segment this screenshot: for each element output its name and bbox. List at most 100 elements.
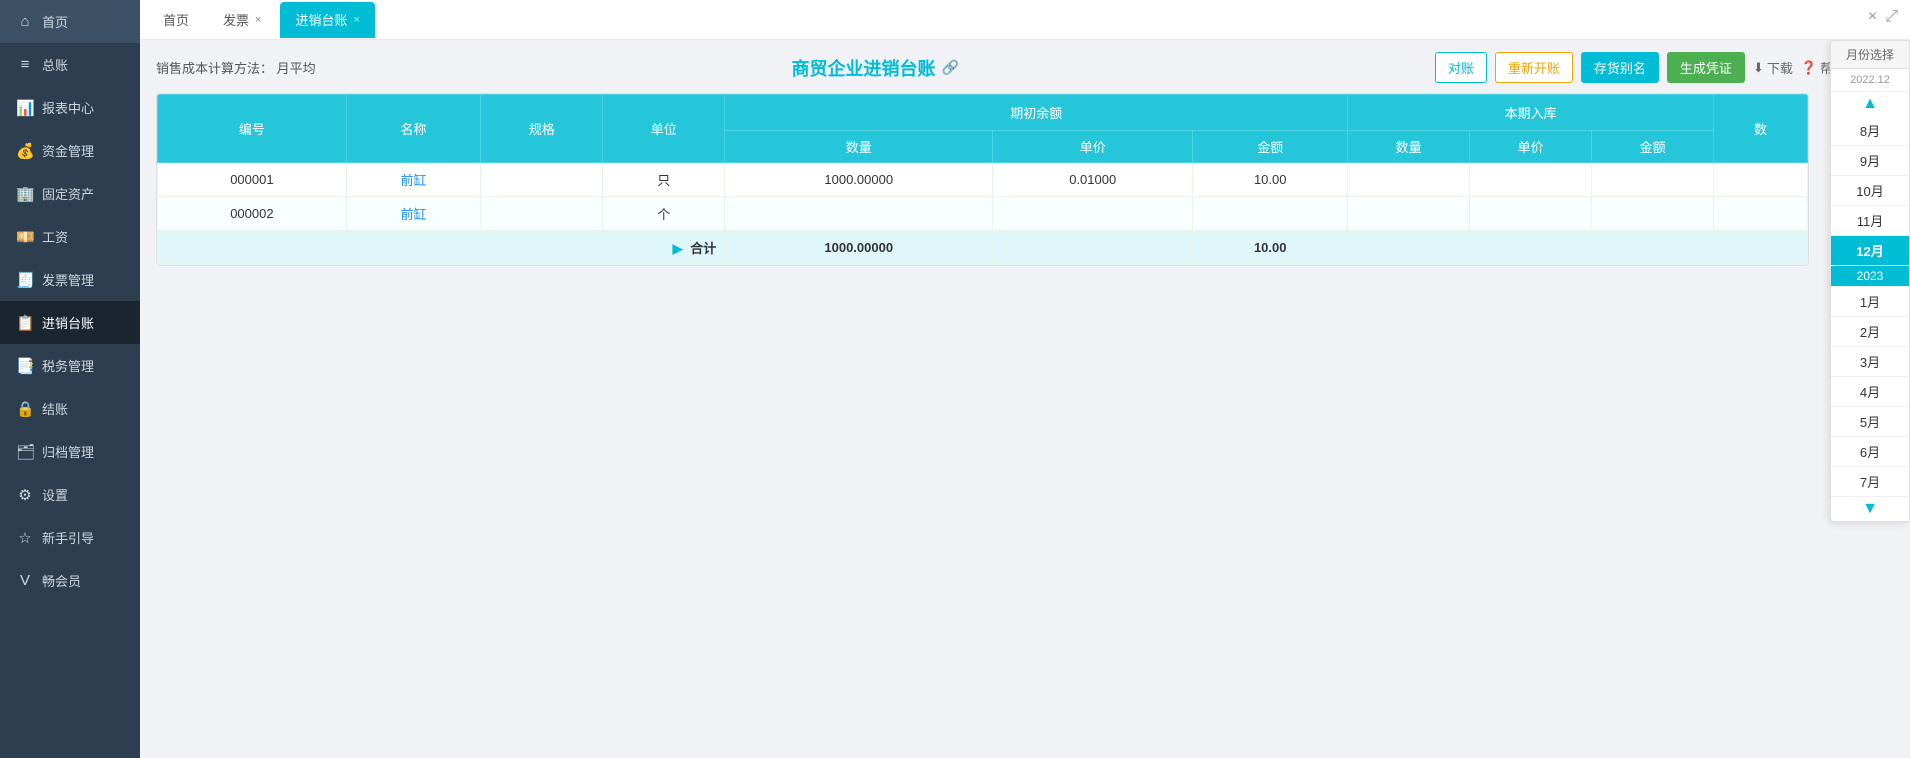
sidebar-item-salary[interactable]: 💴 工资 (0, 215, 140, 258)
settings-icon: ⚙ (16, 486, 34, 504)
col-header-q-init: 数量 (725, 131, 993, 163)
info-bar: 销售成本计算方法： 月平均 商贸企业进销台账 🔗 对账 重新开账 存货别名 生成… (156, 52, 1894, 83)
month-8[interactable]: 8月 (1831, 116, 1909, 146)
page-title: 商贸企业进销台账 (792, 55, 936, 81)
sidebar-item-label: 畅会员 (42, 571, 81, 590)
month-3[interactable]: 3月 (1831, 347, 1909, 377)
tab-purchase-sale[interactable]: 进销台账 × (280, 2, 374, 38)
tab-invoice-label: 发票 (223, 10, 249, 29)
month-9[interactable]: 9月 (1831, 146, 1909, 176)
col-header-p-in: 单价 (1470, 131, 1592, 163)
total-row: ▶ 合计 1000.00000 10.00 (158, 231, 1808, 265)
sidebar-item-reports[interactable]: 📊 报表中心 (0, 86, 140, 129)
total-q-in (1348, 231, 1470, 265)
cell-amt-init: 10.00 (1193, 163, 1348, 197)
sidebar-item-label: 税务管理 (42, 356, 94, 375)
tax-icon: 📑 (16, 357, 34, 375)
month-2[interactable]: 2月 (1831, 317, 1909, 347)
total-p-in (1470, 231, 1592, 265)
month-panel-title: 月份选择 (1831, 41, 1909, 69)
archive-icon: 🗂 (16, 443, 34, 461)
cell-extra (1714, 163, 1808, 197)
sidebar-item-label: 进销台账 (42, 313, 94, 332)
total-label: ▶ 合计 (158, 231, 725, 265)
tab-invoice-close[interactable]: × (255, 14, 261, 26)
salary-icon: 💴 (16, 228, 34, 246)
download-button[interactable]: ⬇ 下载 (1753, 58, 1793, 77)
cell-q-init (725, 197, 993, 231)
sidebar-item-tax[interactable]: 📑 税务管理 (0, 344, 140, 387)
table-row: 000002 前缸 个 (158, 197, 1808, 231)
month-scroll-up[interactable]: ▲ (1831, 92, 1909, 116)
sidebar-item-close[interactable]: 🔒 结账 (0, 387, 140, 430)
assets-icon: 🏢 (16, 185, 34, 203)
cell-amt-in (1592, 163, 1714, 197)
month-12[interactable]: 12月 (1831, 236, 1909, 266)
tab-purchase-sale-close[interactable]: × (353, 14, 359, 26)
save-alias-button[interactable]: 存货别名 (1581, 52, 1659, 83)
col-group-initial: 期初余额 (725, 95, 1348, 131)
sidebar-item-funds[interactable]: 💰 资金管理 (0, 129, 140, 172)
sidebar-item-label: 首页 (42, 12, 68, 31)
col-header-p-init: 单价 (993, 131, 1193, 163)
month-panel: 月份选择 2022.12 ▲ 8月 9月 10月 11月 12月 2023 1月… (1830, 40, 1910, 522)
sidebar-item-ledger[interactable]: ≡ 总账 (0, 43, 140, 86)
month-7[interactable]: 7月 (1831, 467, 1909, 497)
window-close-button[interactable]: × (1868, 8, 1877, 26)
month-2022-header: 2022.12 (1831, 69, 1909, 92)
table-row: 000001 前缸 只 1000.00000 0.01000 10.00 (158, 163, 1808, 197)
col-header-spec: 规格 (481, 95, 603, 163)
home-icon: ⌂ (16, 13, 34, 30)
cell-name: 前缸 (346, 163, 480, 197)
sidebar-item-guide[interactable]: ☆ 新手引导 (0, 516, 140, 559)
cost-method: 销售成本计算方法： 月平均 (156, 58, 316, 77)
tab-home-label: 首页 (163, 10, 189, 29)
col-header-amt-in: 金额 (1592, 131, 1714, 163)
total-p-init (993, 231, 1193, 265)
sidebar-item-label: 固定资产 (42, 184, 94, 203)
sidebar-item-archive[interactable]: 🗂 归档管理 (0, 430, 140, 473)
col-header-amt-init: 金额 (1193, 131, 1348, 163)
funds-icon: 💰 (16, 142, 34, 160)
sidebar-item-label: 新手引导 (42, 528, 94, 547)
sidebar-item-home[interactable]: ⌂ 首页 (0, 0, 140, 43)
tab-invoice[interactable]: 发票 × (208, 2, 276, 38)
month-11[interactable]: 11月 (1831, 206, 1909, 236)
month-4[interactable]: 4月 (1831, 377, 1909, 407)
cell-q-in (1348, 197, 1470, 231)
cell-q-in (1348, 163, 1470, 197)
name-link[interactable]: 前缸 (401, 173, 427, 188)
window-controls: × ⤢ (1856, 4, 1910, 30)
reconcile-button[interactable]: 对账 (1435, 52, 1487, 83)
tab-home[interactable]: 首页 (148, 2, 204, 38)
month-6[interactable]: 6月 (1831, 437, 1909, 467)
page-title-area: 商贸企业进销台账 🔗 (792, 55, 959, 81)
sidebar-item-settings[interactable]: ⚙ 设置 (0, 473, 140, 516)
month-1[interactable]: 1月 (1831, 287, 1909, 317)
window-maximize-button[interactable]: ⤢ (1885, 8, 1898, 26)
cell-spec (481, 197, 603, 231)
month-scroll-down[interactable]: ▼ (1831, 497, 1909, 521)
sidebar-item-invoice[interactable]: 🧾 发票管理 (0, 258, 140, 301)
total-amt-init: 10.00 (1193, 231, 1348, 265)
main-table: 编号 名称 规格 单位 期初余额 本期入库 数 数量 单价 金额 数量 单价 (156, 93, 1809, 266)
sidebar-item-assets[interactable]: 🏢 固定资产 (0, 172, 140, 215)
name-link[interactable]: 前缸 (401, 207, 427, 222)
cell-code: 000001 (158, 163, 347, 197)
reopen-button[interactable]: 重新开账 (1495, 52, 1573, 83)
sidebar-item-purchase-sale[interactable]: 📋 进销台账 (0, 301, 140, 344)
month-10[interactable]: 10月 (1831, 176, 1909, 206)
title-link-icon[interactable]: 🔗 (942, 59, 959, 76)
page-content: 销售成本计算方法： 月平均 商贸企业进销台账 🔗 对账 重新开账 存货别名 生成… (140, 40, 1910, 758)
help-icon: ❓ (1801, 60, 1817, 76)
total-q-init: 1000.00000 (725, 231, 993, 265)
tabs-bar: 首页 发票 × 进销台账 × (140, 0, 1910, 40)
download-icon: ⬇ (1753, 60, 1764, 76)
sidebar-item-label: 归档管理 (42, 442, 94, 461)
sidebar-item-label: 结账 (42, 399, 68, 418)
generate-voucher-button[interactable]: 生成凭证 (1667, 52, 1745, 83)
sidebar-item-vip[interactable]: V 畅会员 (0, 559, 140, 602)
cell-spec (481, 163, 603, 197)
month-5[interactable]: 5月 (1831, 407, 1909, 437)
sidebar-item-label: 工资 (42, 227, 68, 246)
